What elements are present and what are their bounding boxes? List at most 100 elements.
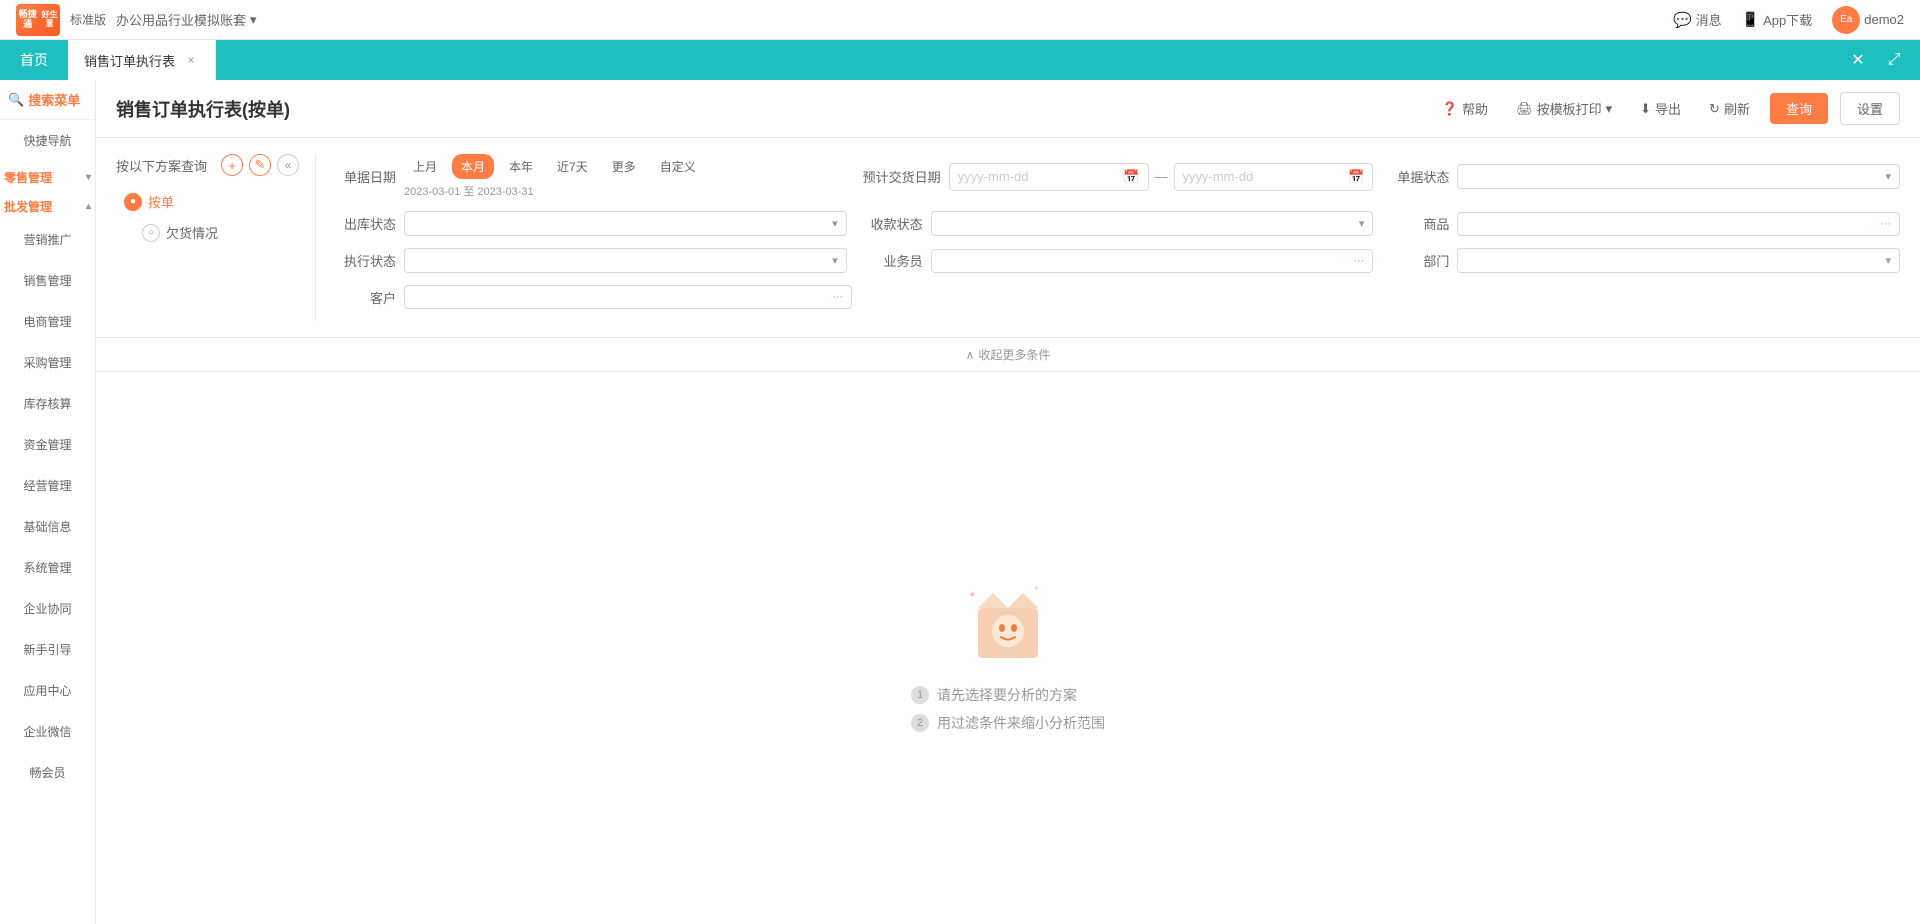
sidebar-item-member[interactable]: 畅会员 — [4, 754, 91, 791]
exec-status-select[interactable]: ▾ — [404, 248, 847, 273]
forecast-date-from[interactable]: yyyy-mm-dd 📅 — [949, 163, 1149, 191]
goods-input[interactable]: ··· — [1457, 212, 1900, 236]
filter-row-1: 单据日期 上月 本月 本年 近7天 更多 自定义 — [336, 154, 1900, 199]
empty-tip-2: 2 用过滤条件来缩小分析范围 — [911, 713, 1105, 733]
sidebar-item-collab[interactable]: 企业协同 — [4, 590, 91, 627]
app-download-button[interactable]: 📱 App下载 — [1742, 10, 1813, 29]
filter-row-2: 出库状态 ▾ 收款状态 ▾ 商品 — [336, 211, 1900, 236]
help-button[interactable]: ❓ 帮助 — [1434, 95, 1496, 122]
tab-bar-actions: ✕ ⤢ — [1844, 46, 1920, 74]
calendar-icon-2: 📅 — [1348, 169, 1364, 185]
tab-close-button[interactable]: × — [183, 52, 199, 68]
scheme-item-main[interactable]: ● 按单 — [116, 186, 299, 217]
help-icon: ❓ — [1442, 101, 1458, 117]
chevron-down-icon: ▾ — [86, 172, 91, 183]
sidebar-item-basic[interactable]: 基础信息 — [4, 508, 91, 545]
sidebar-item-sales[interactable]: 销售管理 — [4, 262, 91, 299]
doc-status-select[interactable]: ▾ — [1457, 164, 1900, 189]
tab-sales-exec[interactable]: 销售订单执行表 × — [68, 40, 216, 80]
sidebar-search[interactable]: 🔍 搜索菜单 — [0, 80, 95, 120]
message-button[interactable]: 💬 消息 — [1673, 10, 1722, 29]
user-menu[interactable]: Ea demo2 — [1832, 6, 1904, 34]
quick-date-thisyear[interactable]: 本年 — [500, 154, 542, 179]
sidebar-item-appcenter[interactable]: 应用中心 — [4, 672, 91, 709]
sidebar-item-ecommerce[interactable]: 电商管理 — [4, 303, 91, 340]
chevron-down-icon: ▾ — [1885, 170, 1891, 183]
window-close-button[interactable]: ✕ — [1844, 46, 1872, 74]
quick-date-lastmonth[interactable]: 上月 — [404, 154, 446, 179]
more-icon: ··· — [1353, 255, 1364, 267]
page-actions: ❓ 帮助 🖨 按模板打印 ▾ ⬇ 导出 ↻ 刷新 查询 — [1434, 92, 1900, 125]
quick-date-custom[interactable]: 自定义 — [651, 154, 705, 179]
content-area: 销售订单执行表(按单) ❓ 帮助 🖨 按模板打印 ▾ ⬇ 导出 ↻ 刷新 — [96, 80, 1920, 924]
customer-input[interactable]: ··· — [404, 285, 852, 309]
query-button[interactable]: 查询 — [1770, 93, 1828, 124]
search-icon: 🔍 — [8, 92, 24, 108]
empty-tip-1: 1 请先选择要分析的方案 — [911, 685, 1105, 705]
sidebar-item-marketing[interactable]: 营销推广 — [4, 221, 91, 258]
collapse-bar[interactable]: ∧ 收起更多条件 — [96, 338, 1920, 372]
app-download-icon: 📱 — [1742, 11, 1759, 28]
print-template-button[interactable]: 🖨 按模板打印 ▾ — [1508, 95, 1620, 122]
tab-bar: 首页 销售订单执行表 × ✕ ⤢ — [0, 40, 1920, 80]
filter-scheme-panel: 按以下方案查询 + ✎ « ● 按单 ○ 欠货情况 — [116, 154, 316, 321]
sidebar-section-retail[interactable]: 零售管理 ▾ — [0, 161, 95, 190]
salesman-input[interactable]: ··· — [931, 249, 1374, 273]
sidebar: 🔍 搜索菜单 快捷导航 零售管理 ▾ 批发管理 ▴ 营销推广 销售管理 电商管理… — [0, 80, 96, 924]
add-scheme-button[interactable]: + — [221, 154, 243, 176]
refresh-button[interactable]: ↻ 刷新 — [1701, 95, 1758, 122]
scheme-icon: ● — [124, 193, 142, 211]
settings-button[interactable]: 设置 — [1840, 92, 1900, 125]
sidebar-item-finance[interactable]: 资金管理 — [4, 426, 91, 463]
tab-home[interactable]: 首页 — [0, 40, 68, 80]
sidebar-item-inventory[interactable]: 库存核算 — [4, 385, 91, 422]
print-icon: 🖨 — [1516, 101, 1533, 117]
chevron-down-icon: ▾ — [1885, 254, 1891, 267]
customer-label: 客户 — [336, 288, 396, 307]
collapse-scheme-button[interactable]: « — [277, 154, 299, 176]
export-icon: ⬇ — [1640, 101, 1651, 117]
dept-label: 部门 — [1389, 251, 1449, 270]
step-1: 1 — [911, 686, 929, 704]
filter-field-customer: 客户 ··· — [336, 285, 852, 309]
outbound-label: 出库状态 — [336, 214, 396, 233]
filter-field-goods: 商品 ··· — [1389, 212, 1900, 236]
chevron-down-icon: ▾ — [1359, 217, 1365, 230]
step-2: 2 — [911, 714, 929, 732]
scheme-item-shortage[interactable]: ○ 欠货情况 — [116, 217, 299, 248]
export-button[interactable]: ⬇ 导出 — [1632, 95, 1689, 122]
sidebar-item-newuser[interactable]: 新手引导 — [4, 631, 91, 668]
calendar-icon: 📅 — [1123, 169, 1139, 185]
sidebar-item-purchase[interactable]: 采购管理 — [4, 344, 91, 381]
filter-row-4: 客户 ··· — [336, 285, 1900, 309]
filter-field-docdate: 单据日期 上月 本月 本年 近7天 更多 自定义 — [336, 154, 847, 199]
goods-label: 商品 — [1389, 214, 1449, 233]
quick-date-thismonth[interactable]: 本月 — [452, 154, 494, 179]
sidebar-item-quicknav[interactable]: 快捷导航 — [4, 122, 91, 159]
filter-field-exec-status: 执行状态 ▾ — [336, 248, 847, 273]
sidebar-section-wholesale[interactable]: 批发管理 ▴ — [0, 190, 95, 219]
breadcrumb[interactable]: 办公用品行业模拟账套 ▾ — [116, 10, 257, 29]
quick-date-more[interactable]: 更多 — [603, 154, 645, 179]
dept-select[interactable]: ▾ — [1457, 248, 1900, 273]
edit-scheme-button[interactable]: ✎ — [249, 154, 271, 176]
more-icon: ··· — [1880, 218, 1891, 230]
window-maximize-button[interactable]: ⤢ — [1880, 46, 1908, 74]
quick-date-7days[interactable]: 近7天 — [548, 154, 597, 179]
forecast-date-to[interactable]: yyyy-mm-dd 📅 — [1174, 163, 1374, 191]
filter-scheme-title: 按以下方案查询 + ✎ « — [116, 154, 299, 176]
sidebar-item-wechat[interactable]: 企业微信 — [4, 713, 91, 750]
empty-state: ✦ ✦ 1 请先选择要分析的方案 2 用过滤条件来缩小分析范围 — [96, 372, 1920, 924]
refresh-icon: ↻ — [1709, 101, 1720, 117]
receipt-select[interactable]: ▾ — [931, 211, 1374, 236]
doc-status-label: 单据状态 — [1389, 167, 1449, 186]
top-bar-right: 💬 消息 📱 App下载 Ea demo2 — [1673, 6, 1904, 34]
sidebar-item-operations[interactable]: 经营管理 — [4, 467, 91, 504]
sidebar-item-system[interactable]: 系统管理 — [4, 549, 91, 586]
filter-field-dept: 部门 ▾ — [1389, 248, 1900, 273]
chevron-up-icon: ▴ — [86, 201, 91, 212]
outbound-select[interactable]: ▾ — [404, 211, 847, 236]
docdate-label: 单据日期 — [336, 167, 396, 186]
filter-fields-panel: 单据日期 上月 本月 本年 近7天 更多 自定义 — [316, 154, 1900, 321]
filter-row-3: 执行状态 ▾ 业务员 ··· 部门 — [336, 248, 1900, 273]
